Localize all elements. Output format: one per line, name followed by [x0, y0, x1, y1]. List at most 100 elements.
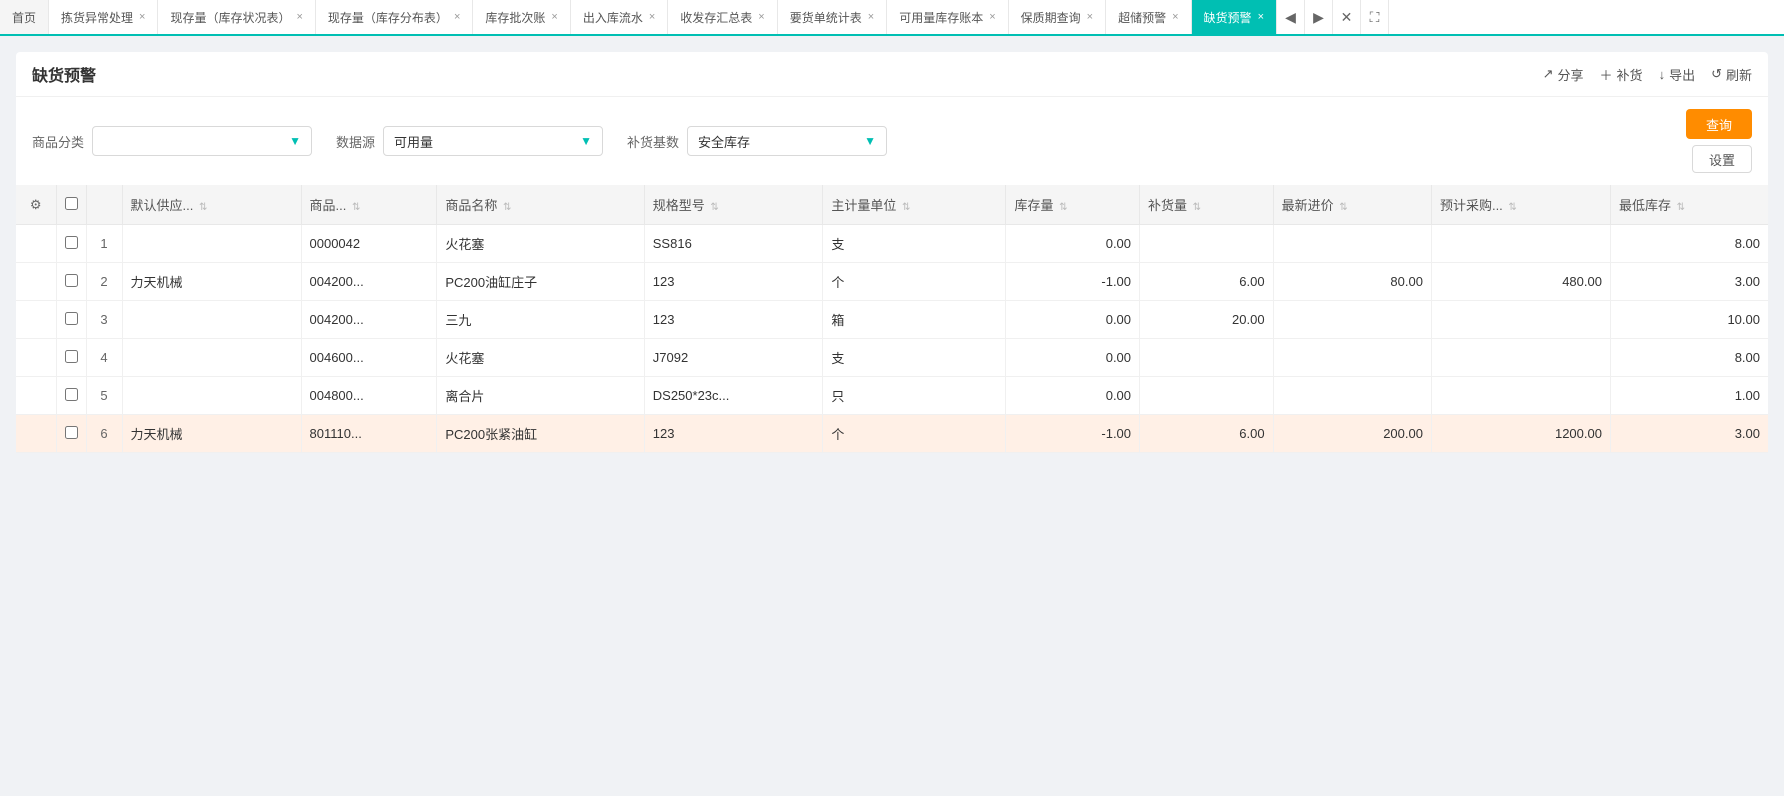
col-settings[interactable]: ⚙: [16, 185, 56, 225]
sort-replenish-qty-icon[interactable]: ⇅: [1193, 202, 1201, 213]
table-row[interactable]: 2 力天机械 004200... PC200油缸庄子 123 个 -1.00 6…: [16, 263, 1768, 301]
tab-close-abnormal[interactable]: ×: [139, 11, 145, 23]
row-stock: 0.00: [1006, 225, 1140, 263]
tab-available-ledger[interactable]: 可用量库存账本 ×: [887, 0, 1008, 34]
col-est-purchase-label: 预计采购...: [1440, 198, 1503, 213]
tab-abnormal[interactable]: 拣货异常处理 ×: [49, 0, 158, 34]
settings-button[interactable]: 设置: [1692, 145, 1752, 173]
replenish-button[interactable]: ＋ 补货: [1600, 65, 1643, 84]
page-header: 缺货预警 ↗ 分享 ＋ 补货 ↓ 导出 ↺ 刷新: [16, 52, 1768, 96]
tab-close-all-btn[interactable]: ✕: [1333, 0, 1361, 34]
tab-inout-flow[interactable]: 出入库流水 ×: [571, 0, 668, 34]
row-checkbox-cell: [56, 339, 86, 377]
tab-recv-summary[interactable]: 收发存汇总表 ×: [668, 0, 777, 34]
row-settings-cell: [16, 415, 56, 453]
tab-prev-btn[interactable]: ◀: [1277, 0, 1305, 34]
tab-close-inventory-dist[interactable]: ×: [454, 11, 460, 23]
sort-est-purchase-icon[interactable]: ⇅: [1508, 202, 1516, 213]
datasource-select[interactable]: 可用量 ▼: [383, 126, 603, 156]
row-checkbox[interactable]: [65, 350, 78, 363]
row-checkbox[interactable]: [65, 274, 78, 287]
replenish-icon: ＋: [1600, 65, 1613, 84]
col-latest-price: 最新进价 ⇅: [1273, 185, 1431, 225]
tab-inventory-status[interactable]: 现存量（库存状况表） ×: [158, 0, 315, 34]
sort-stock-icon[interactable]: ⇅: [1059, 202, 1067, 213]
table-row[interactable]: 4 004600... 火花塞 J7092 支 0.00 8.00: [16, 339, 1768, 377]
category-select[interactable]: ▼: [92, 126, 312, 156]
tab-close-batch[interactable]: ×: [551, 11, 557, 23]
row-number: 3: [86, 301, 122, 339]
sort-latest-price-icon[interactable]: ⇅: [1339, 202, 1347, 213]
table-row[interactable]: 5 004800... 离合片 DS250*23c... 只 0.00 1.00: [16, 377, 1768, 415]
row-default-supplier: [122, 339, 301, 377]
page-title: 缺货预警: [32, 62, 96, 86]
sort-product-name-icon[interactable]: ⇅: [503, 202, 511, 213]
select-all-checkbox[interactable]: [65, 197, 78, 210]
row-checkbox[interactable]: [65, 312, 78, 325]
export-button[interactable]: ↓ 导出: [1659, 65, 1696, 84]
row-checkbox-cell: [56, 263, 86, 301]
row-latest-price: [1273, 225, 1431, 263]
refresh-button[interactable]: ↺ 刷新: [1711, 65, 1752, 84]
row-stock: 0.00: [1006, 301, 1140, 339]
query-button[interactable]: 查询: [1686, 109, 1752, 139]
header-actions: ↗ 分享 ＋ 补货 ↓ 导出 ↺ 刷新: [1543, 65, 1752, 84]
row-min-stock: 3.00: [1610, 415, 1768, 453]
table-row[interactable]: 3 004200... 三九 123 箱 0.00 20.00 10.00: [16, 301, 1768, 339]
tab-expiry[interactable]: 保质期查询 ×: [1009, 0, 1106, 34]
replenish-basis-filter-group: 补货基数 安全库存 ▼: [627, 126, 887, 156]
row-est-purchase: [1431, 225, 1610, 263]
tab-inventory-dist[interactable]: 现存量（库存分布表） ×: [316, 0, 473, 34]
table-row[interactable]: 1 0000042 火花塞 SS816 支 0.00 8.00: [16, 225, 1768, 263]
row-replenish-qty: 6.00: [1140, 263, 1274, 301]
row-checkbox[interactable]: [65, 388, 78, 401]
tab-shortage[interactable]: 缺货预警 ×: [1192, 0, 1277, 34]
tab-demand-stat[interactable]: 要货单统计表 ×: [778, 0, 887, 34]
sort-default-supplier-icon[interactable]: ⇅: [199, 202, 207, 213]
replenish-basis-select[interactable]: 安全库存 ▼: [687, 126, 887, 156]
sort-min-stock-icon[interactable]: ⇅: [1677, 202, 1685, 213]
row-stock: -1.00: [1006, 415, 1140, 453]
row-product-code: 004200...: [301, 301, 437, 339]
col-product-code: 商品... ⇅: [301, 185, 437, 225]
tab-close-inout-flow[interactable]: ×: [649, 11, 655, 23]
sort-spec-icon[interactable]: ⇅: [710, 202, 718, 213]
row-unit: 个: [823, 263, 1006, 301]
tab-batch[interactable]: 库存批次账 ×: [473, 0, 570, 34]
tab-next-btn[interactable]: ▶: [1305, 0, 1333, 34]
table-header-row: ⚙ 默认供应... ⇅ 商品... ⇅ 商品名称 ⇅: [16, 185, 1768, 225]
tab-overstock[interactable]: 超储预警 ×: [1106, 0, 1191, 34]
col-default-supplier-label: 默认供应...: [131, 198, 194, 213]
tab-close-available-ledger[interactable]: ×: [989, 11, 995, 23]
filter-actions: 查询 设置: [1686, 109, 1752, 173]
col-latest-price-label: 最新进价: [1282, 198, 1334, 213]
row-min-stock: 8.00: [1610, 339, 1768, 377]
data-table-container: ⚙ 默认供应... ⇅ 商品... ⇅ 商品名称 ⇅: [16, 185, 1768, 453]
sort-unit-icon[interactable]: ⇅: [902, 202, 910, 213]
tab-close-recv-summary[interactable]: ×: [758, 11, 764, 23]
row-stock: -1.00: [1006, 263, 1140, 301]
row-checkbox[interactable]: [65, 426, 78, 439]
sort-product-code-icon[interactable]: ⇅: [352, 202, 360, 213]
tab-close-shortage[interactable]: ×: [1258, 11, 1264, 23]
tab-fullscreen-btn[interactable]: ⛶: [1361, 0, 1389, 34]
row-checkbox[interactable]: [65, 236, 78, 249]
row-latest-price: [1273, 377, 1431, 415]
tab-close-overstock[interactable]: ×: [1172, 11, 1178, 23]
col-product-name-label: 商品名称: [445, 198, 497, 213]
table-row[interactable]: 6 力天机械 801110... PC200张紧油缸 123 个 -1.00 6…: [16, 415, 1768, 453]
tab-close-inventory-status[interactable]: ×: [296, 11, 302, 23]
row-settings-cell: [16, 263, 56, 301]
row-default-supplier: 力天机械: [122, 415, 301, 453]
tab-close-expiry[interactable]: ×: [1087, 11, 1093, 23]
row-checkbox-cell: [56, 301, 86, 339]
datasource-label: 数据源: [336, 132, 375, 151]
row-min-stock: 1.00: [1610, 377, 1768, 415]
row-checkbox-cell: [56, 415, 86, 453]
share-button[interactable]: ↗ 分享: [1543, 65, 1584, 84]
row-product-code: 004800...: [301, 377, 437, 415]
col-rownum: [86, 185, 122, 225]
tab-home[interactable]: 首页: [0, 0, 49, 34]
tab-close-demand-stat[interactable]: ×: [868, 11, 874, 23]
row-latest-price: 200.00: [1273, 415, 1431, 453]
